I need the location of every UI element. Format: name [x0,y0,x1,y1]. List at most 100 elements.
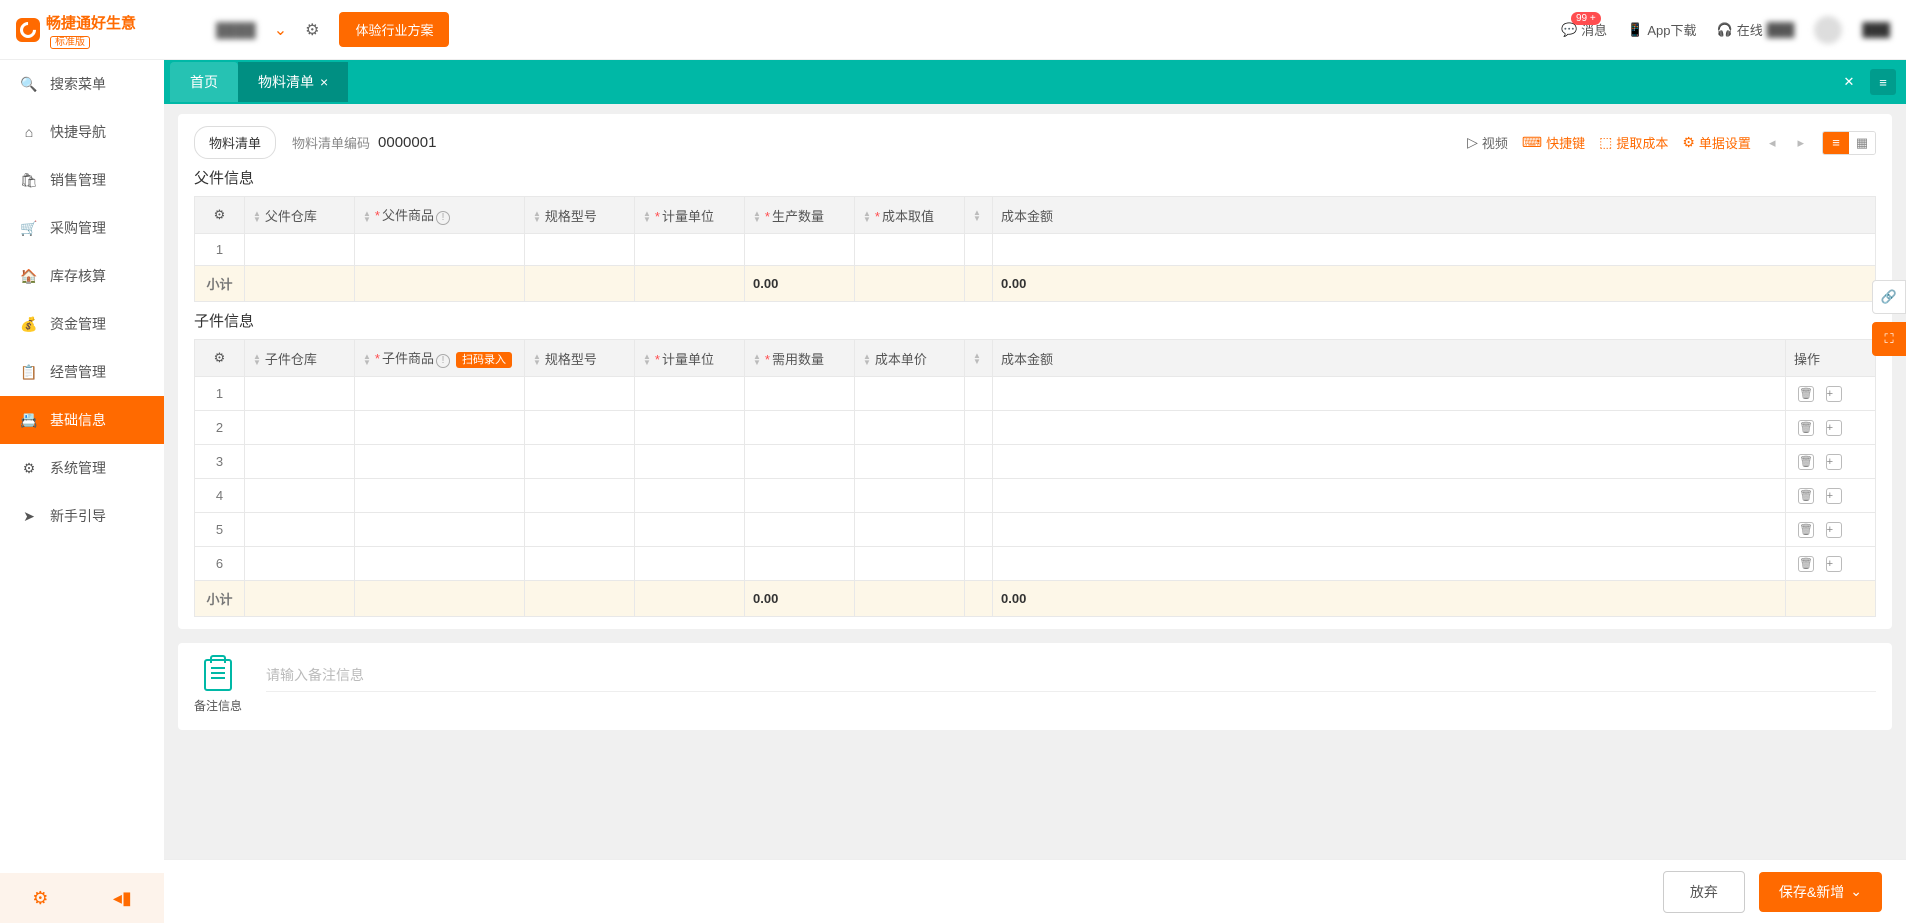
cell-price[interactable] [855,513,965,547]
remark-input[interactable] [266,659,1876,692]
col-parent-costmode[interactable]: ▲▼*成本取值 [855,197,965,234]
cell-unit[interactable] [635,234,745,266]
col-child-qty[interactable]: ▲▼*需用数量 [745,340,855,377]
col-parent-product[interactable]: ▲▼*父件商品! [355,197,525,234]
cell-qty[interactable] [745,445,855,479]
col-child-price[interactable]: ▲▼成本单价 [855,340,965,377]
sidebar-item-guide[interactable]: ➤新手引导 [0,492,164,540]
view-card-icon[interactable]: ▦ [1849,132,1875,154]
tool-extract-cost[interactable]: ⬚提取成本 [1599,133,1668,152]
cell-unit[interactable] [635,377,745,411]
cell-product[interactable] [355,513,525,547]
col-parent-qty[interactable]: ▲▼*生产数量 [745,197,855,234]
download-link[interactable]: 📱 App下载 [1627,20,1696,39]
col-parent-unit[interactable]: ▲▼*计量单位 [635,197,745,234]
cell-unit[interactable] [635,445,745,479]
cell-product[interactable] [355,479,525,513]
cell-wh[interactable] [245,547,355,581]
add-row-icon[interactable]: + [1826,488,1842,504]
child-row[interactable]: 1 🗑 + [195,377,1876,411]
gear-icon[interactable]: ⚙ [305,20,319,40]
cell-wh[interactable] [245,513,355,547]
tab-close-all-icon[interactable]: ✕ [1836,69,1862,95]
online-support[interactable]: 🎧 在线 ███ [1717,20,1795,39]
cell-product[interactable] [355,547,525,581]
sidebar-item-purchase[interactable]: 🛒采购管理 [0,204,164,252]
cell-costmode[interactable] [855,234,965,266]
cell-wh[interactable] [245,234,355,266]
sub-tab-bom[interactable]: 物料清单 [194,126,276,159]
cell-qty[interactable] [745,479,855,513]
delete-row-icon[interactable]: 🗑 [1798,386,1814,402]
cell-unit[interactable] [635,479,745,513]
messages-link[interactable]: 💬 消息 99 + [1561,20,1607,39]
col-child-amount[interactable]: 成本金额 [993,340,1786,377]
cell-spec[interactable] [525,411,635,445]
cell-qty[interactable] [745,513,855,547]
delete-row-icon[interactable]: 🗑 [1798,420,1814,436]
cell-product[interactable] [355,445,525,479]
cell-spec[interactable] [525,513,635,547]
cell-price[interactable] [855,411,965,445]
cell-wh[interactable] [245,479,355,513]
cell-qty[interactable] [745,411,855,445]
delete-row-icon[interactable]: 🗑 [1798,454,1814,470]
delete-row-icon[interactable]: 🗑 [1798,522,1814,538]
cell-product[interactable] [355,411,525,445]
cell-extra[interactable] [965,445,993,479]
cell-extra[interactable] [965,513,993,547]
cell-unit[interactable] [635,547,745,581]
col-gear[interactable]: ⚙ [195,197,245,234]
close-icon[interactable]: × [320,74,328,90]
col-parent-warehouse[interactable]: ▲▼父件仓库 [245,197,355,234]
col-parent-amount[interactable]: 成本金额 [993,197,1876,234]
cell-wh[interactable] [245,377,355,411]
sidebar-item-basicinfo[interactable]: 📇基础信息 [0,396,164,444]
cell-extra[interactable] [965,411,993,445]
col-parent-spec[interactable]: ▲▼规格型号 [525,197,635,234]
cell-price[interactable] [855,479,965,513]
col-child-warehouse[interactable]: ▲▼子件仓库 [245,340,355,377]
company-selector[interactable]: ████ ⌄ ⚙ [216,20,327,40]
expand-icon[interactable]: ⛶ [1872,322,1906,356]
info-icon[interactable]: ! [436,354,450,368]
col-parent-sort[interactable]: ▲▼ [965,197,993,234]
sidebar-item-sales[interactable]: 🛍销售管理 [0,156,164,204]
add-row-icon[interactable]: + [1826,556,1842,572]
info-icon[interactable]: ! [436,211,450,225]
cell-spec[interactable] [525,547,635,581]
cell-product[interactable] [355,377,525,411]
view-list-icon[interactable]: ≡ [1823,132,1849,154]
col-child-spec[interactable]: ▲▼规格型号 [525,340,635,377]
cell-spec[interactable] [525,234,635,266]
sidebar-item-system[interactable]: ⚙系统管理 [0,444,164,492]
tool-doc-settings[interactable]: ⚙单据设置 [1682,133,1751,152]
cell-amount[interactable] [993,234,1876,266]
cell-amount[interactable] [993,377,1786,411]
chevron-down-icon[interactable]: ⌄ [274,20,287,40]
attachment-icon[interactable]: 🔗 [1872,280,1906,314]
cell-wh[interactable] [245,411,355,445]
add-row-icon[interactable]: + [1826,420,1842,436]
cell-qty[interactable] [745,234,855,266]
col-child-product[interactable]: ▲▼*子件商品!扫码录入 [355,340,525,377]
cell-extra[interactable] [965,377,993,411]
cell-wh[interactable] [245,445,355,479]
save-and-new-button[interactable]: 保存&新增 ⌄ [1759,872,1882,912]
col-gear[interactable]: ⚙ [195,340,245,377]
child-row[interactable]: 6 🗑 + [195,547,1876,581]
cell-price[interactable] [855,445,965,479]
cell-amount[interactable] [993,547,1786,581]
collapse-icon[interactable]: ◂▮ [113,888,132,909]
sidebar-item-search[interactable]: 🔍搜索菜单 [0,60,164,108]
prev-doc-icon[interactable]: ◂ [1765,135,1780,151]
add-row-icon[interactable]: + [1826,522,1842,538]
cell-spec[interactable] [525,377,635,411]
tab-more-icon[interactable]: ≡ [1870,69,1896,95]
cell-extra[interactable] [965,234,993,266]
delete-row-icon[interactable]: 🗑 [1798,556,1814,572]
cell-unit[interactable] [635,513,745,547]
cell-spec[interactable] [525,479,635,513]
add-row-icon[interactable]: + [1826,454,1842,470]
next-doc-icon[interactable]: ▸ [1793,135,1808,151]
